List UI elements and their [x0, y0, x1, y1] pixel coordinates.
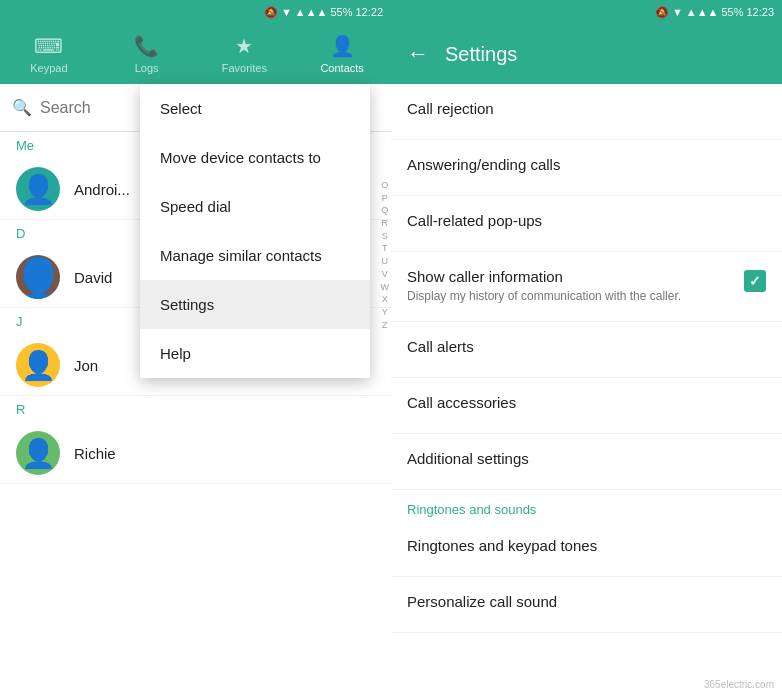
settings-label: Answering/ending calls [407, 156, 766, 173]
avatar: 👤 [16, 255, 60, 299]
favorites-icon: ★ [235, 34, 253, 58]
alpha-index: O P Q R S T U V W X Y Z [381, 180, 390, 331]
left-wifi-icon: ▼ [281, 6, 292, 18]
settings-title-bar: ← Settings [391, 24, 782, 84]
right-battery: 55% [721, 6, 743, 18]
left-panel: 🔕 ▼ ▲▲▲ 55% 12:22 ⌨ Keypad 📞 Logs ★ Favo… [0, 0, 391, 692]
tab-logs-label: Logs [135, 62, 159, 74]
alpha-x[interactable]: X [382, 294, 388, 306]
avatar-icon: 👤 [21, 173, 56, 206]
settings-label: Call accessories [407, 394, 766, 411]
settings-label: Ringtones and keypad tones [407, 537, 766, 554]
settings-label: Call rejection [407, 100, 766, 117]
avatar-icon: 👤 [21, 349, 56, 382]
right-status-bar: 🔕 ▼ ▲▲▲ 55% 12:23 [391, 0, 782, 24]
alpha-r[interactable]: R [382, 218, 389, 230]
settings-list: Call rejection Answering/ending calls Ca… [391, 84, 782, 677]
menu-item-settings[interactable]: Settings [140, 280, 370, 329]
left-battery: 55% [330, 6, 352, 18]
alpha-p[interactable]: P [382, 193, 388, 205]
checkbox-show-caller[interactable] [744, 270, 766, 292]
menu-item-move[interactable]: Move device contacts to [140, 133, 370, 182]
right-wifi-icon: ▼ [672, 6, 683, 18]
alpha-v[interactable]: V [382, 269, 388, 281]
settings-item-call-rejection[interactable]: Call rejection [391, 84, 782, 140]
avatar-icon: 👤 [16, 255, 60, 299]
alpha-s[interactable]: S [382, 231, 388, 243]
settings-item-ringtones-keypad[interactable]: Ringtones and keypad tones [391, 521, 782, 577]
left-mute-icon: 🔕 [264, 6, 278, 19]
settings-item-call-popups[interactable]: Call-related pop-ups [391, 196, 782, 252]
contact-name: Jon [74, 357, 98, 374]
tab-favorites[interactable]: ★ Favorites [196, 30, 294, 78]
tab-bar: ⌨ Keypad 📞 Logs ★ Favorites 👤 Contacts [0, 24, 391, 84]
alpha-u[interactable]: U [382, 256, 389, 268]
settings-item-call-accessories[interactable]: Call accessories [391, 378, 782, 434]
alpha-t[interactable]: T [382, 243, 388, 255]
list-item[interactable]: 👤 Richie [0, 423, 391, 484]
menu-item-speed-dial[interactable]: Speed dial [140, 182, 370, 231]
avatar: 👤 [16, 431, 60, 475]
alpha-y[interactable]: Y [382, 307, 388, 319]
watermark: 365electric.com [391, 677, 782, 692]
alpha-q[interactable]: Q [381, 205, 388, 217]
left-status-bar: 🔕 ▼ ▲▲▲ 55% 12:22 [0, 0, 391, 24]
search-icon: 🔍 [12, 98, 32, 117]
tab-logs[interactable]: 📞 Logs [98, 30, 196, 78]
tab-keypad[interactable]: ⌨ Keypad [0, 30, 98, 78]
context-menu: Select Move device contacts to Speed dia… [140, 84, 370, 378]
right-signal-icon: ▲▲▲ [686, 6, 719, 18]
right-panel: 🔕 ▼ ▲▲▲ 55% 12:23 ← Settings Call reject… [391, 0, 782, 692]
left-status-icons: 🔕 ▼ ▲▲▲ 55% 12:22 [264, 6, 383, 19]
menu-item-manage-similar[interactable]: Manage similar contacts [140, 231, 370, 280]
tab-contacts-label: Contacts [320, 62, 363, 74]
settings-item-personalize-call[interactable]: Personalize call sound [391, 577, 782, 633]
settings-label: Personalize call sound [407, 593, 766, 610]
menu-item-help[interactable]: Help [140, 329, 370, 378]
page-title: Settings [445, 43, 517, 66]
contact-name: Richie [74, 445, 116, 462]
keypad-icon: ⌨ [34, 34, 63, 58]
tab-keypad-label: Keypad [30, 62, 67, 74]
settings-label: Additional settings [407, 450, 766, 467]
alpha-o[interactable]: O [381, 180, 388, 192]
contacts-icon: 👤 [330, 34, 355, 58]
section-r: R [0, 396, 391, 423]
contact-name: Androi... [74, 181, 130, 198]
logs-icon: 📞 [134, 34, 159, 58]
settings-label: Show caller information [407, 268, 736, 285]
ringtones-section-label: Ringtones and sounds [391, 490, 782, 521]
alpha-z[interactable]: Z [382, 320, 388, 332]
settings-label: Call alerts [407, 338, 766, 355]
right-time: 12:23 [746, 6, 774, 18]
contact-name: David [74, 269, 112, 286]
settings-item-call-alerts[interactable]: Call alerts [391, 322, 782, 378]
alpha-w[interactable]: W [381, 282, 390, 294]
tab-contacts[interactable]: 👤 Contacts [293, 30, 391, 78]
back-button[interactable]: ← [407, 41, 429, 67]
settings-sublabel: Display my history of communication with… [407, 288, 736, 305]
avatar: 👤 [16, 167, 60, 211]
right-mute-icon: 🔕 [655, 6, 669, 19]
left-time: 12:22 [355, 6, 383, 18]
settings-item-additional[interactable]: Additional settings [391, 434, 782, 490]
settings-header: 🔕 ▼ ▲▲▲ 55% 12:23 ← Settings [391, 0, 782, 84]
settings-item-answering[interactable]: Answering/ending calls [391, 140, 782, 196]
left-signal-icon: ▲▲▲ [295, 6, 328, 18]
settings-item-show-caller[interactable]: Show caller information Display my histo… [391, 252, 782, 322]
tab-favorites-label: Favorites [222, 62, 267, 74]
avatar-icon: 👤 [21, 437, 56, 470]
settings-label: Call-related pop-ups [407, 212, 766, 229]
menu-item-select[interactable]: Select [140, 84, 370, 133]
avatar: 👤 [16, 343, 60, 387]
